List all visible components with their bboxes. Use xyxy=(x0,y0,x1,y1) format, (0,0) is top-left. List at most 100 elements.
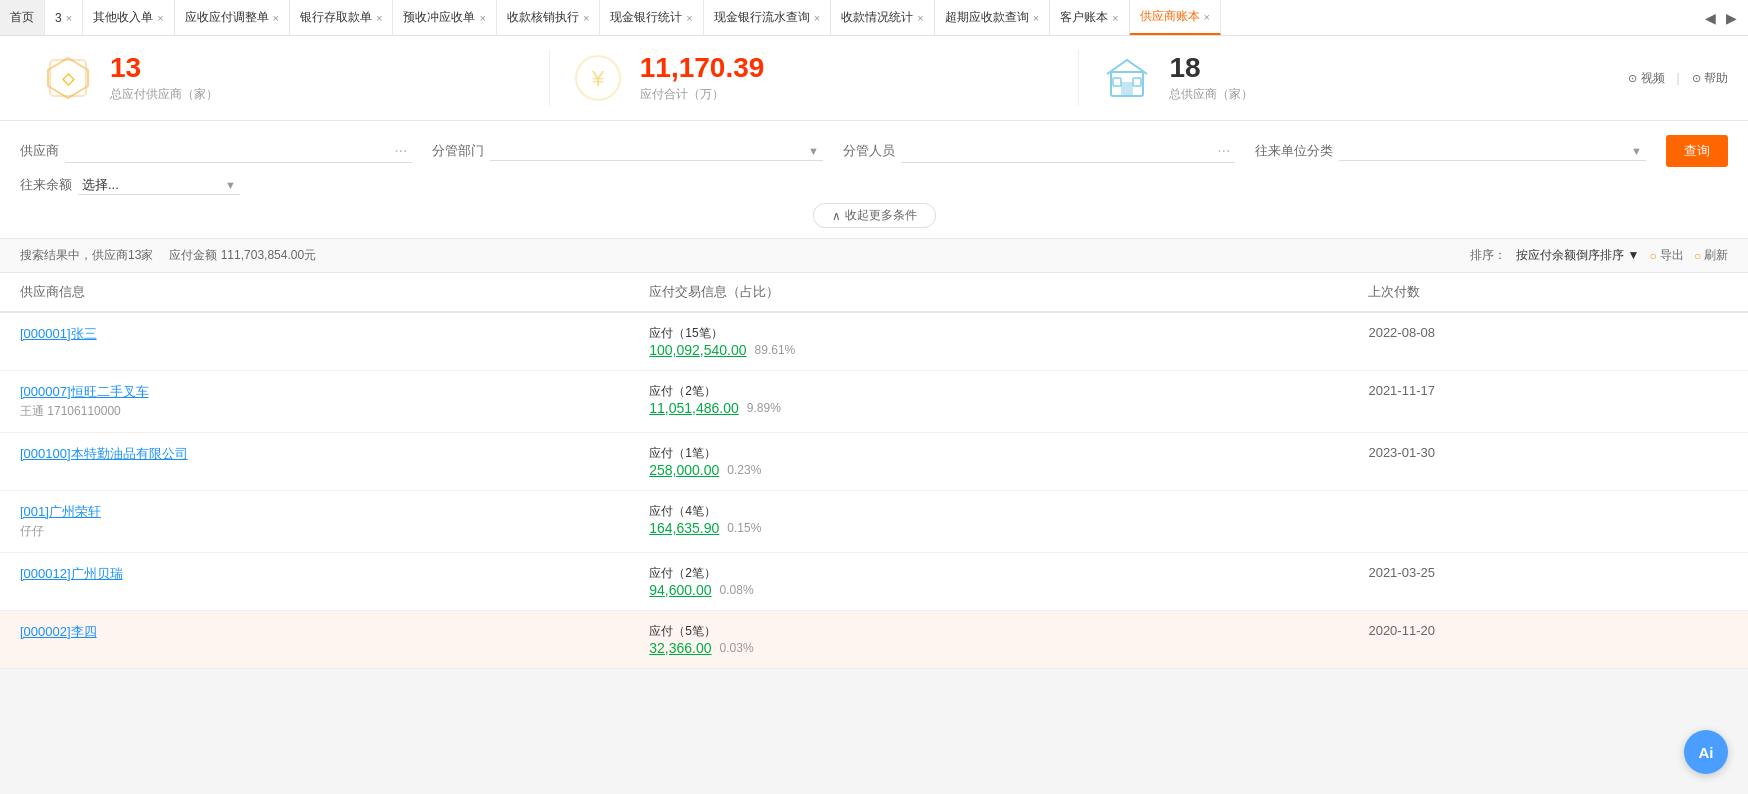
supplier-link-3[interactable]: [000100]本特勤油品有限公司 xyxy=(20,446,188,461)
nav-ar-ap-adjust-label: 应收应付调整单 xyxy=(185,9,269,26)
nav-supplier-ledger-close[interactable]: × xyxy=(1204,11,1210,23)
stat-icon-store xyxy=(1099,50,1155,106)
filter-collapse-area: ∧ 收起更多条件 xyxy=(20,203,1728,228)
nav-receipt-verify[interactable]: 收款核销执行 × xyxy=(497,0,600,35)
trans-info-5: 应付（2笔） 94,600.00 0.08% xyxy=(649,565,1368,598)
export-button[interactable]: ○ 导出 xyxy=(1650,247,1684,264)
trans-amount-5[interactable]: 94,600.00 xyxy=(649,582,711,598)
nav-customer-ledger-close[interactable]: × xyxy=(1112,12,1118,24)
trans-label-5: 应付（2笔） xyxy=(649,565,1368,582)
results-amount: 应付金额 111,703,854.00元 xyxy=(169,247,316,264)
supplier-link-4[interactable]: [001]广州荣轩 xyxy=(20,504,101,519)
trans-info-2: 应付（2笔） 11,051,486.00 9.89% xyxy=(649,383,1368,416)
filter-input-supplier[interactable]: ··· xyxy=(65,140,412,163)
balance-chevron-icon: ▼ xyxy=(225,179,236,191)
nav-ar-ap-adjust[interactable]: 应收应付调整单 × xyxy=(175,0,290,35)
svg-rect-8 xyxy=(1133,78,1141,86)
page-wrapper: 首页 3 × 其他收入单 × 应收应付调整单 × 银行存取款单 × 预收冲应收单… xyxy=(0,0,1748,669)
filter-input-person[interactable]: ··· xyxy=(901,140,1235,163)
trans-percent-4: 0.15% xyxy=(727,521,761,535)
col-header-transactions: 应付交易信息（占比） xyxy=(649,283,1368,301)
filter-item-unit-type: 往来单位分类 ▼ xyxy=(1255,141,1647,161)
supplier-link-2[interactable]: [000007]恒旺二手叉车 xyxy=(20,384,149,399)
supplier-info-3: [000100]本特勤油品有限公司 xyxy=(20,445,649,463)
balance-select[interactable]: 选择... 有余额 无余额 xyxy=(82,177,221,192)
nav-arrow-left[interactable]: ◀ xyxy=(1700,8,1721,28)
filter-select-unit-type[interactable]: ▼ xyxy=(1339,141,1647,161)
trans-amount-1[interactable]: 100,092,540.00 xyxy=(649,342,746,358)
nav-other-income-close[interactable]: × xyxy=(157,12,163,24)
nav-overdue-ar[interactable]: 超期应收款查询 × xyxy=(935,0,1050,35)
nav-receipt-verify-close[interactable]: × xyxy=(583,12,589,24)
col-header-supplier: 供应商信息 xyxy=(20,283,649,301)
supplier-link-5[interactable]: [000012]广州贝瑞 xyxy=(20,566,123,581)
nav-cash-bank-stat[interactable]: 现金银行统计 × xyxy=(600,0,703,35)
trans-amount-6[interactable]: 32,366.00 xyxy=(649,640,711,656)
nav-arrow-right[interactable]: ▶ xyxy=(1721,8,1742,28)
supplier-link-6[interactable]: [000002]李四 xyxy=(20,624,97,639)
nav-customer-ledger[interactable]: 客户账本 × xyxy=(1050,0,1129,35)
help-link[interactable]: ⊙ 帮助 xyxy=(1692,70,1728,87)
filter-label-supplier: 供应商 xyxy=(20,142,59,160)
nav-receipt-stat-close[interactable]: × xyxy=(917,12,923,24)
supplier-info-5: [000012]广州贝瑞 xyxy=(20,565,649,583)
trans-amount-4[interactable]: 164,635.90 xyxy=(649,520,719,536)
video-label: 视频 xyxy=(1641,71,1665,85)
filter-select-balance[interactable]: 选择... 有余额 无余额 ▼ xyxy=(78,175,240,195)
nav-ar-ap-adjust-close[interactable]: × xyxy=(273,12,279,24)
supplier-dots-icon[interactable]: ··· xyxy=(394,142,407,160)
trans-info-3: 应付（1笔） 258,000.00 0.23% xyxy=(649,445,1368,478)
nav-cash-bank-stat-close[interactable]: × xyxy=(686,12,692,24)
person-dots-icon[interactable]: ··· xyxy=(1217,142,1230,160)
nav-other-income[interactable]: 其他收入单 × xyxy=(83,0,174,35)
query-button[interactable]: 查询 xyxy=(1666,135,1728,167)
nav-receipt-stat[interactable]: 收款情况统计 × xyxy=(831,0,934,35)
nav-tab3[interactable]: 3 × xyxy=(45,0,83,35)
video-link[interactable]: ⊙ 视频 xyxy=(1628,70,1664,87)
collapse-button-label: 收起更多条件 xyxy=(845,207,917,224)
supplier-link-1[interactable]: [000001]张三 xyxy=(20,326,97,341)
stat-content-payable-suppliers: 13 总应付供应商（家） xyxy=(110,53,218,103)
last-payment-5: 2021-03-25 xyxy=(1368,565,1728,580)
nav-bank-deposit-close[interactable]: × xyxy=(376,12,382,24)
table-row: [000007]恒旺二手叉车 王通 17106110000 应付（2笔） 11,… xyxy=(0,371,1748,433)
results-bar: 搜索结果中，供应商13家 应付金额 111,703,854.00元 排序： 按应… xyxy=(0,239,1748,273)
nav-home[interactable]: 首页 xyxy=(0,0,45,35)
refresh-label: 刷新 xyxy=(1704,247,1728,264)
trans-percent-2: 9.89% xyxy=(747,401,781,415)
trans-amount-2[interactable]: 11,051,486.00 xyxy=(649,400,739,416)
trans-label-2: 应付（2笔） xyxy=(649,383,1368,400)
trans-amount-3[interactable]: 258,000.00 xyxy=(649,462,719,478)
filter-select-dept[interactable]: ▼ xyxy=(490,141,824,161)
export-icon: ○ xyxy=(1650,249,1657,263)
supplier-sub-4: 仔仔 xyxy=(20,523,649,540)
last-payment-date-3: 2023-01-30 xyxy=(1368,445,1435,460)
filter-area: 供应商 ··· 分管部门 ▼ 分管人员 xyxy=(0,121,1748,239)
filter-row-1: 供应商 ··· 分管部门 ▼ 分管人员 xyxy=(20,135,1728,167)
dept-select[interactable] xyxy=(494,143,805,158)
svg-text:◇: ◇ xyxy=(61,70,76,87)
filter-label-person: 分管人员 xyxy=(843,142,895,160)
nav-bank-deposit[interactable]: 银行存取款单 × xyxy=(290,0,393,35)
dept-chevron-icon: ▼ xyxy=(808,145,819,157)
filter-label-unit-type: 往来单位分类 xyxy=(1255,142,1333,160)
nav-cash-bank-flow[interactable]: 现金银行流水查询 × xyxy=(704,0,831,35)
refresh-icon: ○ xyxy=(1694,249,1701,263)
supplier-input[interactable] xyxy=(69,143,390,158)
nav-advance-ar[interactable]: 预收冲应收单 × xyxy=(393,0,496,35)
nav-cash-bank-flow-close[interactable]: × xyxy=(814,12,820,24)
last-payment-date-2: 2021-11-17 xyxy=(1368,383,1435,398)
nav-customer-ledger-label: 客户账本 xyxy=(1060,9,1108,26)
last-payment-date-5: 2021-03-25 xyxy=(1368,565,1435,580)
unit-type-select[interactable] xyxy=(1343,143,1628,158)
refresh-button[interactable]: ○ 刷新 xyxy=(1694,247,1728,264)
person-input[interactable] xyxy=(905,143,1213,158)
collapse-button[interactable]: ∧ 收起更多条件 xyxy=(813,203,936,228)
nav-tab3-close[interactable]: × xyxy=(66,12,72,24)
supplier-info-6: [000002]李四 xyxy=(20,623,649,641)
stat-value-payable-suppliers: 13 xyxy=(110,53,218,84)
sort-value[interactable]: 按应付余额倒序排序 ▼ xyxy=(1516,247,1639,264)
nav-advance-ar-close[interactable]: × xyxy=(479,12,485,24)
nav-overdue-ar-close[interactable]: × xyxy=(1033,12,1039,24)
nav-supplier-ledger[interactable]: 供应商账本 × xyxy=(1130,0,1221,35)
